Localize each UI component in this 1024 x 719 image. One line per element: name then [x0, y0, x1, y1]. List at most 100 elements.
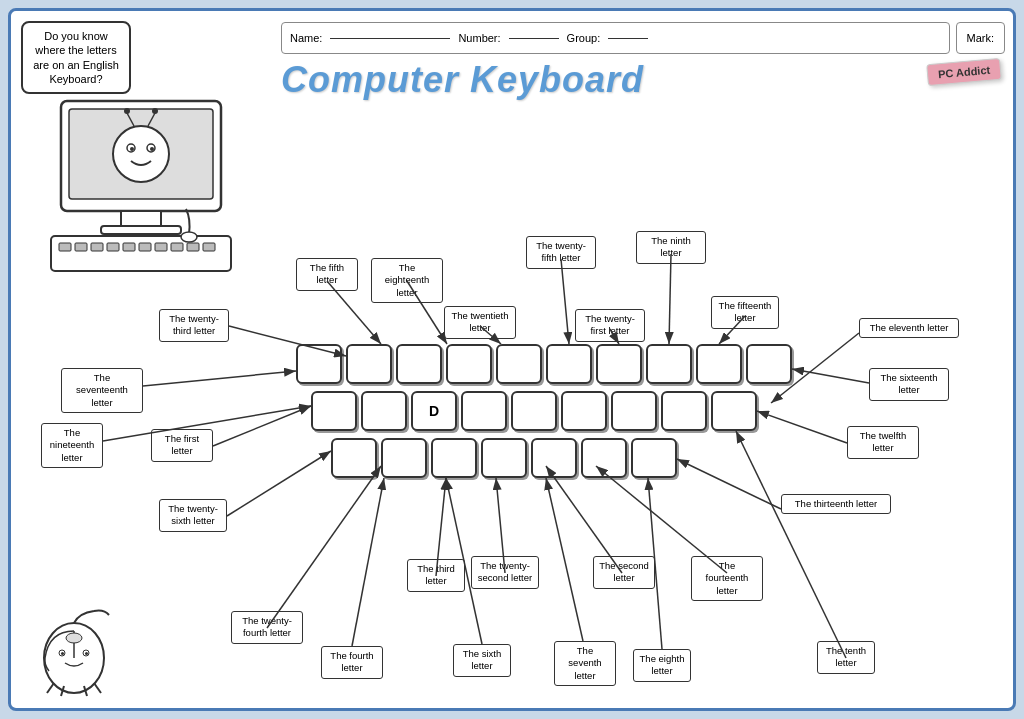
key-y [546, 344, 592, 384]
label-second: The secondletter [593, 556, 655, 589]
page-title: Computer Keyboard [281, 59, 644, 101]
svg-point-23 [152, 108, 158, 114]
key-t [496, 344, 542, 384]
key-x [381, 438, 427, 478]
label-twentyfirst: The twenty-first letter [575, 309, 645, 342]
label-sixth: The sixthletter [453, 644, 511, 677]
svg-rect-5 [59, 243, 71, 251]
label-nineteenth: Thenineteenthletter [41, 423, 103, 468]
mark-box: Mark: [956, 22, 1006, 54]
svg-line-57 [267, 466, 381, 628]
key-u [596, 344, 642, 384]
label-third: The thirdletter [407, 559, 465, 592]
label-twentythird: The twenty-third letter [159, 309, 229, 342]
label-seventh: The seventhletter [554, 641, 616, 686]
svg-line-39 [561, 259, 569, 344]
label-seventeenth: The seventeenthletter [61, 368, 143, 413]
number-line [509, 38, 559, 39]
header: Name: Number: Group: Mark: [281, 19, 1005, 57]
svg-rect-12 [171, 243, 183, 251]
label-twentyfifth: The twenty-fifth letter [526, 236, 596, 269]
label-twentysixth: The twenty-sixth letter [159, 499, 227, 532]
svg-rect-11 [155, 243, 167, 251]
svg-point-15 [113, 126, 169, 182]
key-w [346, 344, 392, 384]
svg-line-58 [352, 478, 384, 646]
key-n [581, 438, 627, 478]
key-j [611, 391, 657, 431]
key-e [396, 344, 442, 384]
key-i [646, 344, 692, 384]
label-twentyfourth: The twenty-fourth letter [231, 611, 303, 644]
key-v [481, 438, 527, 478]
svg-line-62 [736, 431, 846, 658]
svg-point-27 [66, 633, 82, 643]
svg-rect-7 [91, 243, 103, 251]
key-z [331, 438, 377, 478]
label-ninth: The ninthletter [636, 231, 706, 264]
svg-line-51 [227, 451, 331, 516]
label-eleventh: The eleventh letter [859, 318, 959, 338]
page: Name: Number: Group: Mark: Computer Keyb… [8, 8, 1016, 711]
label-fifth: The fifthletter [296, 258, 358, 291]
svg-line-32 [47, 683, 54, 693]
header-fields: Name: Number: Group: [281, 22, 950, 54]
key-s [361, 391, 407, 431]
svg-rect-14 [203, 243, 215, 251]
label-twelfth: The twelfthletter [847, 426, 919, 459]
svg-line-50 [757, 411, 847, 443]
svg-rect-10 [139, 243, 151, 251]
svg-line-35 [94, 683, 101, 693]
label-twentieth: The twentiethletter [444, 306, 516, 339]
pc-addict-badge: PC Addict [926, 58, 1002, 86]
key-b [531, 438, 577, 478]
label-tenth: The tenthletter [817, 641, 875, 674]
group-line [608, 38, 648, 39]
svg-line-40 [669, 254, 671, 344]
svg-rect-8 [107, 243, 119, 251]
key-q [296, 344, 342, 384]
label-fourth: The fourthletter [321, 646, 383, 679]
label-thirteenth: The thirteenth letter [781, 494, 891, 514]
svg-rect-4 [51, 236, 231, 271]
key-g [511, 391, 557, 431]
svg-line-47 [792, 369, 869, 383]
key-p [746, 344, 792, 384]
label-fourteenth: The fourteenthletter [691, 556, 763, 601]
label-first: The firstletter [151, 429, 213, 462]
svg-point-24 [181, 232, 197, 242]
key-k [661, 391, 707, 431]
label-eighth: The eighthletter [633, 649, 691, 682]
key-o [696, 344, 742, 384]
group-label: Group: [567, 32, 601, 44]
computer-illustration [31, 41, 251, 281]
mark-label: Mark: [967, 32, 995, 44]
svg-point-31 [85, 652, 88, 655]
svg-line-60 [546, 478, 583, 641]
key-l [711, 391, 757, 431]
svg-rect-6 [75, 243, 87, 251]
key-f [461, 391, 507, 431]
key-d: D [411, 391, 457, 431]
label-twentysecond: The twenty-second letter [471, 556, 539, 589]
mouse-illustration [19, 603, 129, 698]
key-c [431, 438, 477, 478]
svg-rect-3 [101, 226, 181, 234]
label-sixteenth: The sixteenthletter [869, 368, 949, 401]
svg-point-30 [61, 652, 64, 655]
svg-point-21 [124, 108, 130, 114]
key-r [446, 344, 492, 384]
key-h [561, 391, 607, 431]
svg-line-46 [143, 371, 296, 386]
label-eighteenth: The eighteenthletter [371, 258, 443, 303]
badge-text: PC Addict [937, 64, 990, 81]
svg-point-19 [150, 147, 154, 151]
svg-rect-13 [187, 243, 199, 251]
key-a [311, 391, 357, 431]
number-label: Number: [458, 32, 500, 44]
name-line [330, 38, 450, 39]
svg-line-49 [213, 406, 311, 446]
svg-rect-9 [123, 243, 135, 251]
name-label: Name: [290, 32, 322, 44]
label-fifteenth: The fifteenthletter [711, 296, 779, 329]
